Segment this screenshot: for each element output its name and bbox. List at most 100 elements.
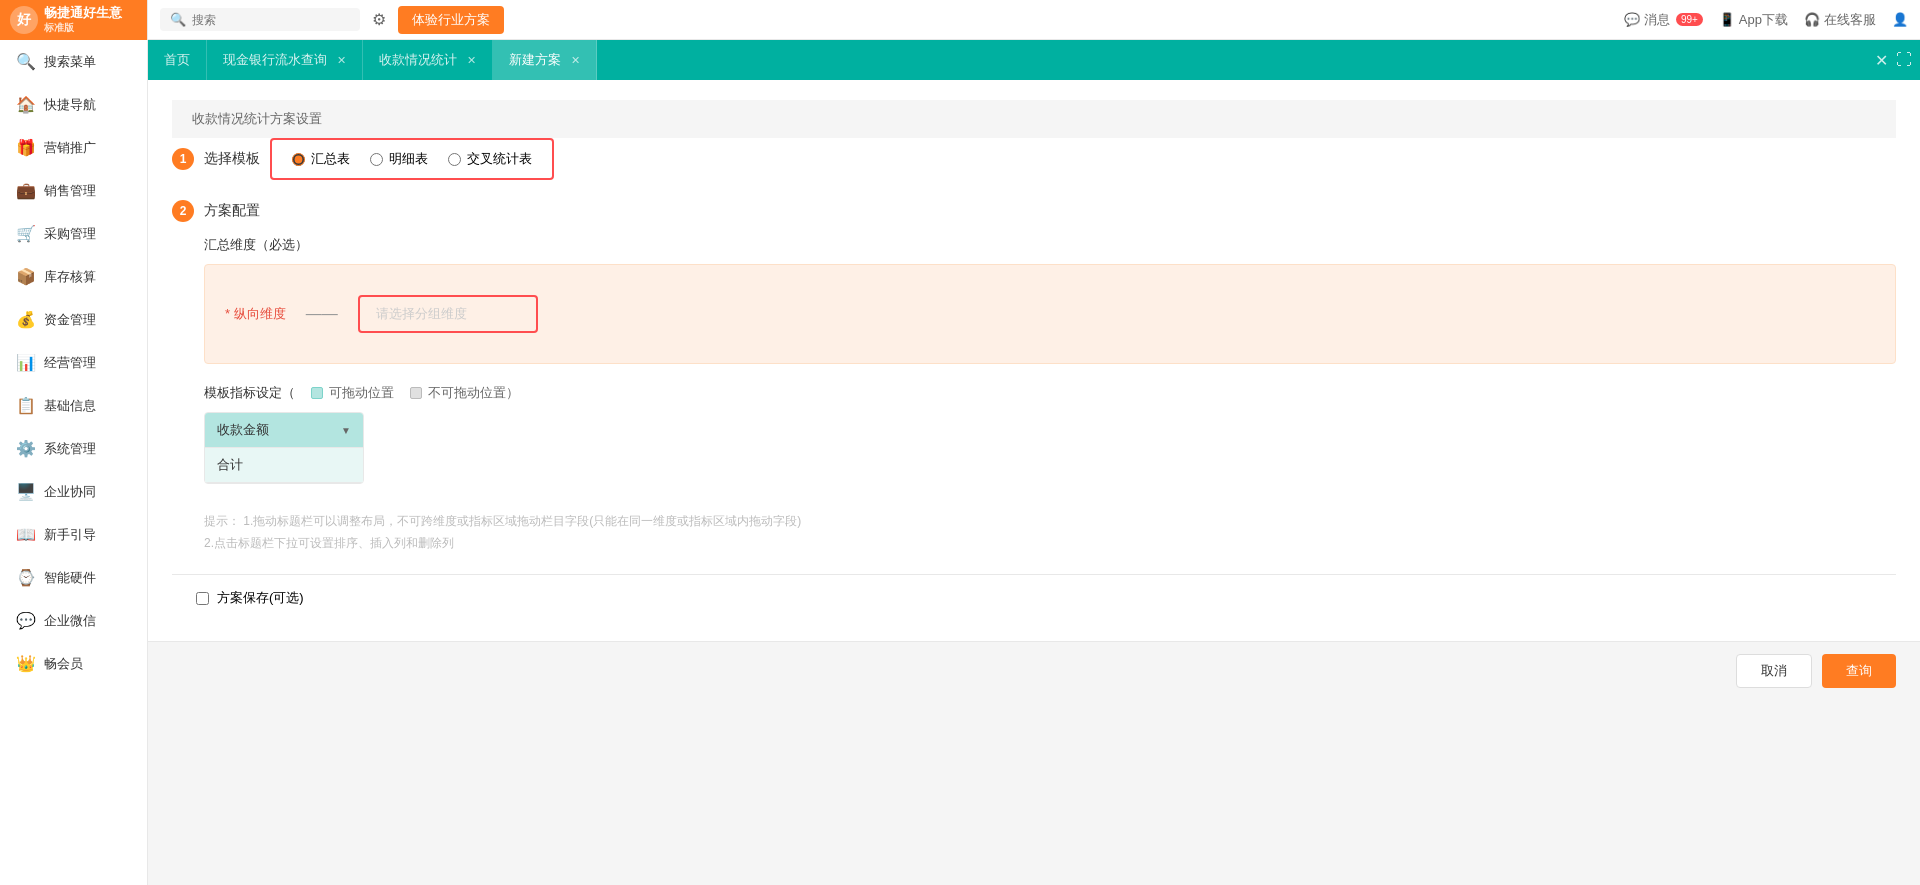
members-icon: 👑	[16, 654, 36, 673]
tab-collection-stats-close[interactable]: ✕	[467, 54, 476, 67]
footer-section: 方案保存(可选)	[172, 574, 1896, 621]
arrow-icon: ——	[306, 305, 338, 323]
tab-bank-flow-close[interactable]: ✕	[337, 54, 346, 67]
settings-icon[interactable]: ⚙	[372, 10, 386, 29]
topbar: 🔍 ⚙ 体验行业方案 💬 消息 99+ 📱 App下载 🎧 在线客服 👤	[148, 0, 1920, 40]
inventory-icon: 📦	[16, 267, 36, 286]
dimension-area: * 纵向维度 —— 请选择分组维度	[204, 264, 1896, 364]
page-title: 收款情况统计方案设置	[172, 100, 1896, 138]
sidebar-item-basic-info[interactable]: 📋 基础信息	[0, 384, 147, 427]
sidebar-item-search-menu[interactable]: 🔍 搜索菜单	[0, 40, 147, 83]
metrics-section-title: 模板指标设定（	[204, 384, 295, 402]
radio-summary-input[interactable]	[292, 153, 305, 166]
step2-header: 2 方案配置	[172, 200, 1896, 222]
notification-label: 消息	[1644, 11, 1670, 29]
search-menu-icon: 🔍	[16, 52, 36, 71]
app-download-icon: 📱	[1719, 12, 1735, 27]
sidebar-item-corp-wechat[interactable]: 💬 企业微信	[0, 599, 147, 642]
sidebar-item-label: 智能硬件	[44, 569, 96, 587]
tab-home[interactable]: 首页	[148, 40, 207, 80]
user-avatar[interactable]: 👤	[1892, 12, 1908, 27]
sidebar-item-label: 快捷导航	[44, 96, 96, 114]
close-window-icon[interactable]: ✕	[1875, 51, 1888, 70]
tab-new-plan-close[interactable]: ✕	[571, 54, 580, 67]
sidebar-item-purchase[interactable]: 🛒 采购管理	[0, 212, 147, 255]
page-body: 收款情况统计方案设置 1 选择模板 汇总表	[148, 80, 1920, 641]
sidebar-item-marketing[interactable]: 🎁 营销推广	[0, 126, 147, 169]
tab-bank-flow[interactable]: 现金银行流水查询 ✕	[207, 40, 363, 80]
tab-new-plan[interactable]: 新建方案 ✕	[493, 40, 597, 80]
tabbar: 首页 现金银行流水查询 ✕ 收款情况统计 ✕ 新建方案 ✕ ✕ ⛶	[148, 40, 1920, 80]
step2-title: 方案配置	[204, 202, 260, 220]
sidebar-item-inventory[interactable]: 📦 库存核算	[0, 255, 147, 298]
industry-plan-button[interactable]: 体验行业方案	[398, 6, 504, 34]
sidebar-item-label: 库存核算	[44, 268, 96, 286]
logo-text-block: 畅捷通好生意 标准版	[44, 5, 122, 35]
sidebar-item-members[interactable]: 👑 畅会员	[0, 642, 147, 685]
query-button[interactable]: 查询	[1822, 654, 1896, 688]
sidebar-item-label: 畅会员	[44, 655, 83, 673]
sidebar-item-sales[interactable]: 💼 销售管理	[0, 169, 147, 212]
sidebar-item-newbie-guide[interactable]: 📖 新手引导	[0, 513, 147, 556]
brand-name: 畅捷通好生意	[44, 5, 122, 21]
radio-detail-input[interactable]	[370, 153, 383, 166]
sidebar-item-label: 采购管理	[44, 225, 96, 243]
notification-action[interactable]: 💬 消息 99+	[1624, 11, 1703, 29]
content-area: 收款情况统计方案设置 1 选择模板 汇总表	[148, 80, 1920, 885]
bottom-bar: 取消 查询	[148, 641, 1920, 700]
legend-fixed: 不可拖动位置）	[410, 384, 519, 402]
maximize-icon[interactable]: ⛶	[1896, 51, 1912, 69]
sidebar-item-label: 基础信息	[44, 397, 96, 415]
user-icon: 👤	[1892, 12, 1908, 27]
dimension-config: 汇总维度（必选） * 纵向维度 —— 请选择分组维度 模板指标设定（ 可拖动位置	[204, 236, 1896, 554]
metrics-column-title: 收款金额	[217, 421, 269, 439]
metrics-total-row: 合计	[205, 448, 363, 483]
cancel-button[interactable]: 取消	[1736, 654, 1812, 688]
search-input[interactable]	[192, 13, 342, 27]
metrics-section: 模板指标设定（ 可拖动位置 不可拖动位置）	[204, 384, 1896, 487]
finance-icon: 💰	[16, 310, 36, 329]
metrics-header: 模板指标设定（ 可拖动位置 不可拖动位置）	[204, 384, 1896, 402]
tabbar-controls: ✕ ⛶	[1867, 40, 1920, 80]
search-box[interactable]: 🔍	[160, 8, 360, 31]
dimension-select-box[interactable]: 请选择分组维度	[358, 295, 538, 333]
save-plan-label: 方案保存(可选)	[217, 589, 304, 607]
step1-section: 1 选择模板 汇总表 明细表	[172, 138, 1896, 180]
radio-cross-input[interactable]	[448, 153, 461, 166]
metrics-column-header[interactable]: 收款金额 ▼	[205, 413, 363, 448]
online-service-action[interactable]: 🎧 在线客服	[1804, 11, 1876, 29]
sidebar-item-operations[interactable]: 📊 经营管理	[0, 341, 147, 384]
radio-detail-label: 明细表	[389, 150, 428, 168]
corp-wechat-icon: 💬	[16, 611, 36, 630]
save-plan-checkbox[interactable]	[196, 592, 209, 605]
app-download-action[interactable]: 📱 App下载	[1719, 11, 1788, 29]
radio-cross[interactable]: 交叉统计表	[448, 150, 532, 168]
hint-2: 2.点击标题栏下拉可设置排序、插入列和删除列	[204, 533, 1896, 555]
logo-icon: 好	[10, 6, 38, 34]
tab-collection-stats[interactable]: 收款情况统计 ✕	[363, 40, 493, 80]
sales-icon: 💼	[16, 181, 36, 200]
marketing-icon: 🎁	[16, 138, 36, 157]
basic-info-icon: 📋	[16, 396, 36, 415]
chevron-down-icon[interactable]: ▼	[341, 425, 351, 436]
sidebar-item-system[interactable]: ⚙️ 系统管理	[0, 427, 147, 470]
sidebar-item-quick-nav[interactable]: 🏠 快捷导航	[0, 83, 147, 126]
sidebar-item-smart-hw[interactable]: ⌚ 智能硬件	[0, 556, 147, 599]
sidebar-item-label: 搜索菜单	[44, 53, 96, 71]
step1-badge: 1	[172, 148, 194, 170]
online-service-label: 在线客服	[1824, 11, 1876, 29]
notification-badge: 99+	[1676, 13, 1703, 26]
step1-header: 1 选择模板 汇总表 明细表	[172, 138, 1896, 180]
sidebar-item-corp-collab[interactable]: 🖥️ 企业协同	[0, 470, 147, 513]
newbie-guide-icon: 📖	[16, 525, 36, 544]
radio-summary[interactable]: 汇总表	[292, 150, 350, 168]
radio-detail[interactable]: 明细表	[370, 150, 428, 168]
fixed-legend-dot	[410, 387, 422, 399]
hints-section: 提示： 1.拖动标题栏可以调整布局，不可跨维度或指标区域拖动栏目字段(只能在同一…	[204, 511, 1896, 554]
template-selection-box: 汇总表 明细表 交叉统计表	[270, 138, 554, 180]
tab-bank-flow-label: 现金银行流水查询	[223, 51, 327, 69]
operations-icon: 📊	[16, 353, 36, 372]
quick-nav-icon: 🏠	[16, 95, 36, 114]
sidebar-item-finance[interactable]: 💰 资金管理	[0, 298, 147, 341]
tab-collection-stats-label: 收款情况统计	[379, 51, 457, 69]
